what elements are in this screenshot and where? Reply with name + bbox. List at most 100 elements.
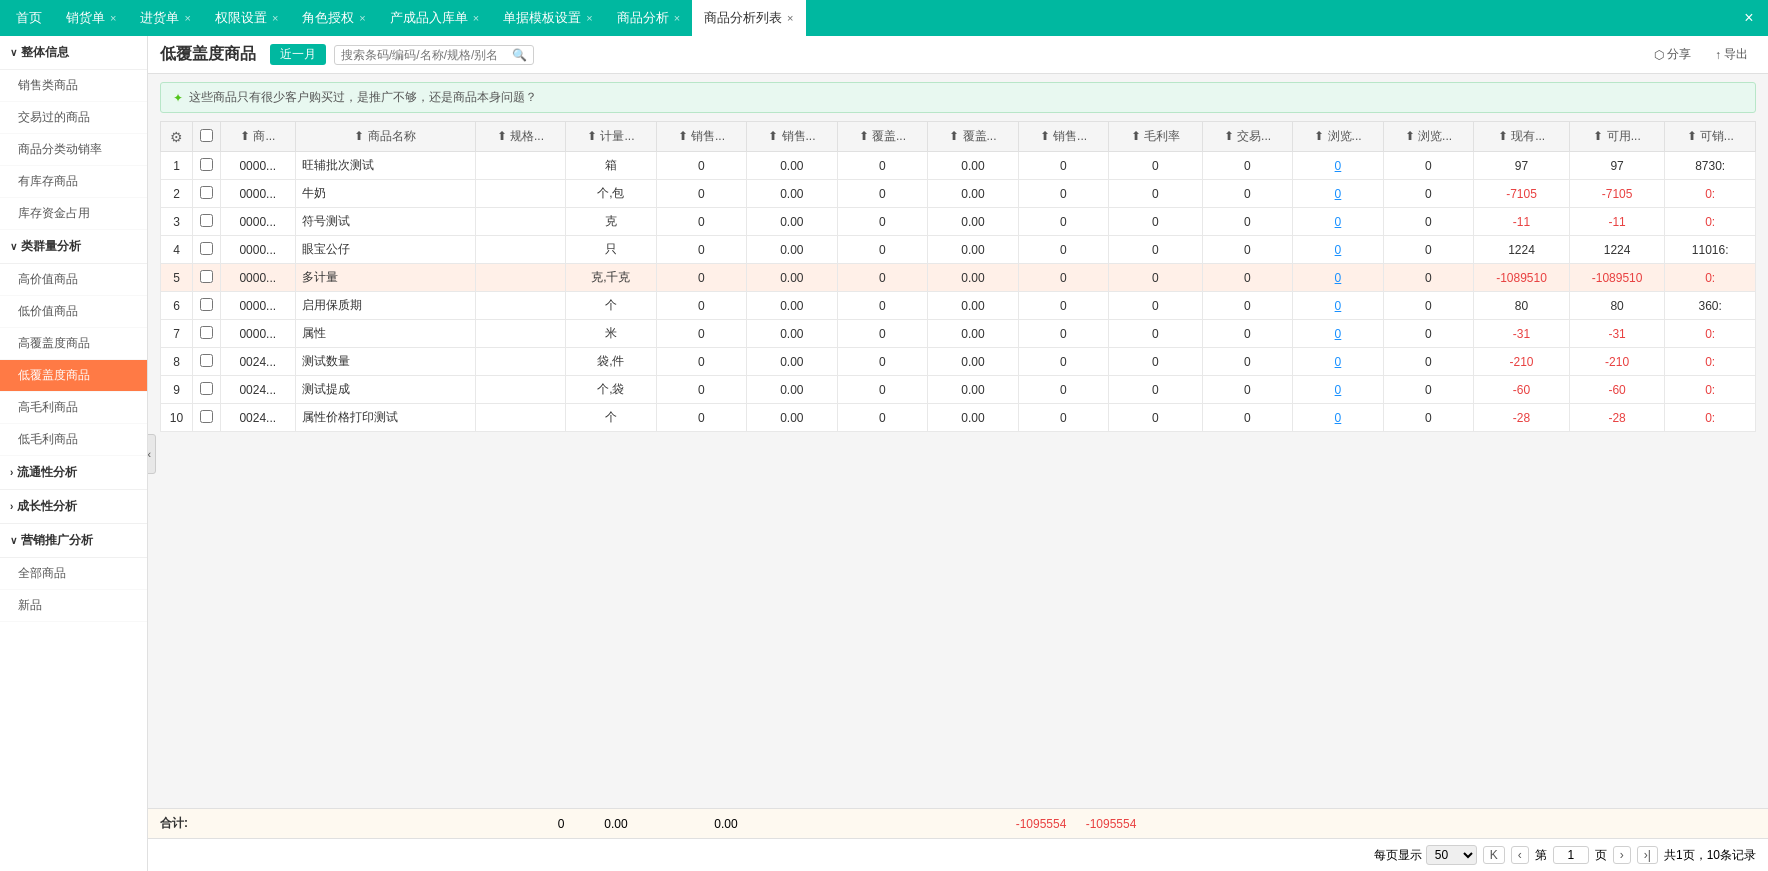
sidebar-section-marketing[interactable]: ∨ 营销推广分析 [0, 524, 147, 558]
row-sales-amt: 0.00 [747, 404, 838, 432]
col-browse2[interactable]: ⬆ 浏览... [1383, 122, 1474, 152]
row-checkbox[interactable] [193, 152, 221, 180]
row-gross: 0 [1109, 236, 1203, 264]
col-sales-amt[interactable]: ⬆ 销售... [747, 122, 838, 152]
close-template-tab[interactable]: × [586, 12, 592, 24]
row-checkbox[interactable] [193, 320, 221, 348]
sidebar-item-low-coverage[interactable]: 低覆盖度商品 [0, 360, 147, 392]
close-permission-tab[interactable]: × [272, 12, 278, 24]
row-checkbox[interactable] [193, 264, 221, 292]
search-input[interactable] [341, 48, 508, 62]
nav-item-product-analysis[interactable]: 商品分析 × [605, 0, 692, 36]
sidebar-item-sales-products[interactable]: 销售类商品 [0, 70, 147, 102]
sidebar-item-high-coverage[interactable]: 高覆盖度商品 [0, 328, 147, 360]
col-sales3[interactable]: ⬆ 销售... [1018, 122, 1109, 152]
table-row: 3 0000... 符号测试 克 0 0.00 0 0.00 0 0 0 0 0… [161, 208, 1756, 236]
row-cov1: 0 [837, 236, 928, 264]
close-sales-tab[interactable]: × [110, 12, 116, 24]
col-sales-qty[interactable]: ⬆ 销售... [656, 122, 747, 152]
sidebar-collapse-button[interactable]: « [148, 434, 156, 474]
nav-item-role[interactable]: 角色授权 × [290, 0, 377, 36]
first-page-button[interactable]: K [1483, 846, 1505, 864]
close-product-entry-tab[interactable]: × [473, 12, 479, 24]
col-coverage1[interactable]: ⬆ 覆盖... [837, 122, 928, 152]
row-browse1[interactable]: 0 [1293, 348, 1384, 376]
col-coverage2[interactable]: ⬆ 覆盖... [928, 122, 1019, 152]
nav-item-sales[interactable]: 销货单 × [54, 0, 128, 36]
row-browse1[interactable]: 0 [1293, 152, 1384, 180]
export-button[interactable]: ↑ 导出 [1707, 44, 1756, 65]
nav-item-home[interactable]: 首页 [4, 0, 54, 36]
row-browse1[interactable]: 0 [1293, 376, 1384, 404]
period-button[interactable]: 近一月 [270, 44, 326, 65]
row-trans: 0 [1202, 264, 1293, 292]
row-code: 0000... [221, 208, 296, 236]
select-all-checkbox[interactable] [200, 129, 213, 142]
col-checkbox[interactable] [193, 122, 221, 152]
row-browse1[interactable]: 0 [1293, 292, 1384, 320]
next-page-button[interactable]: › [1613, 846, 1631, 864]
sidebar-section-growth[interactable]: › 成长性分析 [0, 490, 147, 524]
nav-item-permission[interactable]: 权限设置 × [203, 0, 290, 36]
sidebar-item-low-margin[interactable]: 低毛利商品 [0, 424, 147, 456]
sidebar-section-cluster[interactable]: ∨ 类群量分析 [0, 230, 147, 264]
search-icon[interactable]: 🔍 [512, 48, 527, 62]
prev-page-button[interactable]: ‹ [1511, 846, 1529, 864]
row-code: 0024... [221, 376, 296, 404]
col-code[interactable]: ⬆ 商... [221, 122, 296, 152]
close-all-button[interactable]: × [1734, 0, 1764, 36]
row-browse1[interactable]: 0 [1293, 236, 1384, 264]
close-role-tab[interactable]: × [359, 12, 365, 24]
row-browse1[interactable]: 0 [1293, 208, 1384, 236]
close-purchase-tab[interactable]: × [184, 12, 190, 24]
nav-item-product-entry[interactable]: 产成品入库单 × [378, 0, 491, 36]
row-checkbox[interactable] [193, 376, 221, 404]
col-gross-margin[interactable]: ⬆ 毛利率 [1109, 122, 1203, 152]
col-current-stock[interactable]: ⬆ 现有... [1474, 122, 1570, 152]
sidebar-item-all-products[interactable]: 全部商品 [0, 558, 147, 590]
row-browse1[interactable]: 0 [1293, 180, 1384, 208]
col-browse1[interactable]: ⬆ 浏览... [1293, 122, 1384, 152]
row-checkbox[interactable] [193, 236, 221, 264]
sidebar-item-new-products[interactable]: 新品 [0, 590, 147, 622]
row-browse1[interactable]: 0 [1293, 320, 1384, 348]
last-page-button[interactable]: ›| [1637, 846, 1658, 864]
sidebar-item-high-margin[interactable]: 高毛利商品 [0, 392, 147, 424]
footer-label: 合计: [160, 815, 188, 832]
close-product-analysis-tab[interactable]: × [674, 12, 680, 24]
row-checkbox[interactable] [193, 180, 221, 208]
sidebar-section-overall[interactable]: ∨ 整体信息 [0, 36, 147, 70]
row-current: 80 [1474, 292, 1570, 320]
sidebar-item-low-value[interactable]: 低价值商品 [0, 296, 147, 328]
col-name[interactable]: ⬆ 商品名称 [295, 122, 475, 152]
sidebar-item-inventory-capital[interactable]: 库存资金占用 [0, 198, 147, 230]
row-checkbox[interactable] [193, 208, 221, 236]
sidebar-item-category-turnover[interactable]: 商品分类动销率 [0, 134, 147, 166]
row-browse1[interactable]: 0 [1293, 264, 1384, 292]
col-transaction[interactable]: ⬆ 交易... [1202, 122, 1293, 152]
row-checkbox[interactable] [193, 348, 221, 376]
nav-item-product-analysis-list[interactable]: 商品分析列表 × [692, 0, 805, 36]
row-browse1[interactable]: 0 [1293, 404, 1384, 432]
row-checkbox[interactable] [193, 292, 221, 320]
close-product-analysis-list-tab[interactable]: × [787, 12, 793, 24]
nav-item-template[interactable]: 单据模板设置 × [491, 0, 604, 36]
col-sellable[interactable]: ⬆ 可销... [1665, 122, 1756, 152]
col-unit[interactable]: ⬆ 计量... [566, 122, 657, 152]
col-available[interactable]: ⬆ 可用... [1569, 122, 1665, 152]
row-gross: 0 [1109, 208, 1203, 236]
sidebar-item-high-value[interactable]: 高价值商品 [0, 264, 147, 296]
sidebar-section-liquidity[interactable]: › 流通性分析 [0, 456, 147, 490]
row-sellable: 0: [1665, 376, 1756, 404]
sidebar-item-in-stock[interactable]: 有库存商品 [0, 166, 147, 198]
row-checkbox[interactable] [193, 404, 221, 432]
col-spec[interactable]: ⬆ 规格... [475, 122, 566, 152]
share-button[interactable]: ⬡ 分享 [1646, 44, 1699, 65]
page-number-input[interactable] [1553, 846, 1589, 864]
row-sales-amt: 0.00 [747, 264, 838, 292]
col-settings[interactable]: ⚙ [161, 122, 193, 152]
page-size-select[interactable]: 50 100 [1426, 845, 1477, 865]
sidebar-item-traded-products[interactable]: 交易过的商品 [0, 102, 147, 134]
table-row: 9 0024... 测试提成 个,袋 0 0.00 0 0.00 0 0 0 0… [161, 376, 1756, 404]
nav-item-purchase[interactable]: 进货单 × [128, 0, 202, 36]
